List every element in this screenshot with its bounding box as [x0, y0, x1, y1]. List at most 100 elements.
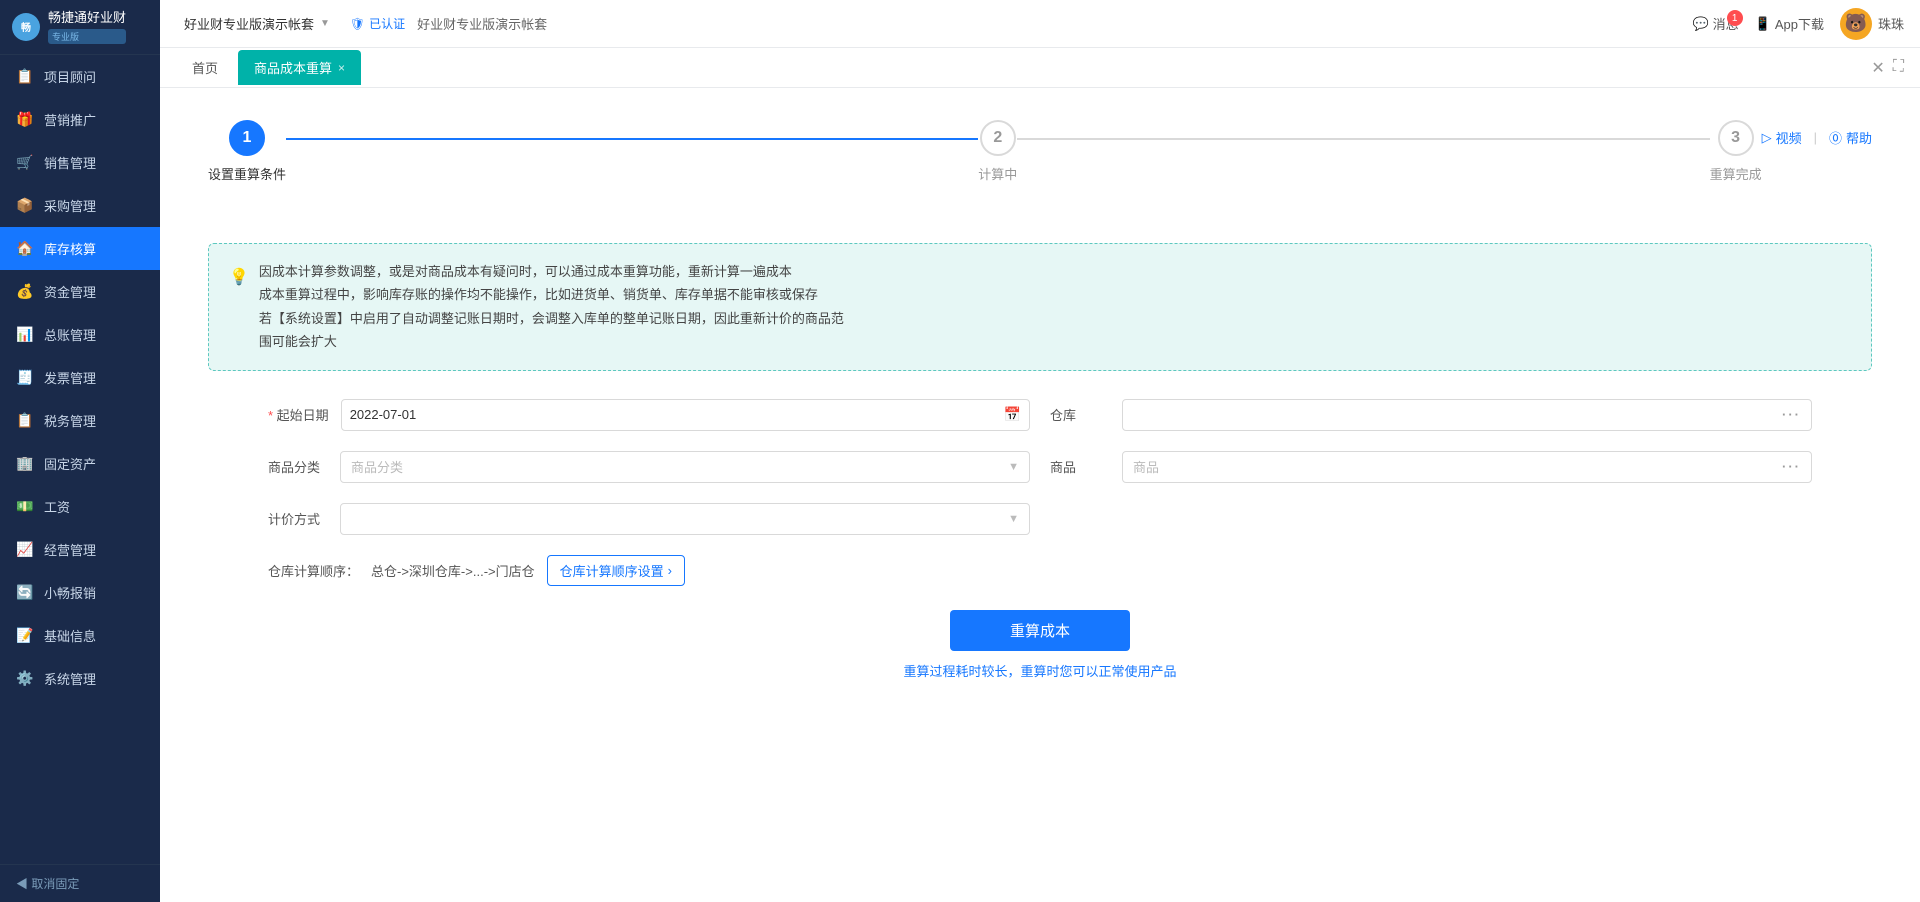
sidebar-item-marketing[interactable]: 🎁 营销推广	[0, 98, 160, 141]
expense-icon: 🔄	[16, 583, 34, 601]
tab-active-label: 商品成本重算	[254, 58, 332, 77]
sidebar-item-tax[interactable]: 📋 税务管理	[0, 399, 160, 442]
finance-icon: 💰	[16, 282, 34, 300]
start-date-label: 起始日期	[268, 405, 329, 424]
user-profile[interactable]: 🐻 珠珠	[1840, 8, 1904, 40]
category-chevron-icon: ▼	[1008, 461, 1019, 473]
tax-icon: 📋	[16, 411, 34, 429]
expand-tab-control[interactable]: ⛶	[1893, 58, 1904, 78]
sidebar-item-label: 固定资产	[44, 454, 96, 473]
sidebar-item-operations[interactable]: 📈 经营管理	[0, 528, 160, 571]
start-date-input[interactable]	[350, 407, 1004, 422]
tabs-controls: ✕ ⛶	[1871, 58, 1904, 78]
warehouse-order-row: 仓库计算顺序： 总仓->深圳仓库->...->门店仓 仓库计算顺序设置 ›	[268, 555, 1812, 586]
warehouse-btn-chevron-icon: ›	[668, 563, 672, 578]
operations-icon: 📈	[16, 540, 34, 558]
app-logo: 畅	[12, 13, 40, 41]
sidebar-item-system[interactable]: ⚙️ 系统管理	[0, 657, 160, 700]
calendar-icon[interactable]: 📅	[1004, 406, 1021, 423]
step-1-circle: 1	[229, 120, 265, 156]
form-group-start-date: 起始日期 📅	[268, 399, 1030, 431]
info-icon: 💡	[229, 262, 249, 354]
tab-home[interactable]: 首页	[176, 50, 234, 85]
warehouse-order-value: 总仓->深圳仓库->...->门店仓	[371, 561, 535, 580]
step-line-2	[1017, 138, 1709, 140]
tab-cost-recalc[interactable]: 商品成本重算 ×	[238, 50, 361, 85]
tabs-bar: 首页 商品成本重算 × ✕ ⛶	[160, 48, 1920, 88]
sales-icon: 🛒	[16, 153, 34, 171]
app-title: 畅捷通好业财	[48, 10, 126, 27]
sidebar-item-label: 工资	[44, 497, 70, 516]
user-name: 珠珠	[1878, 14, 1904, 33]
sidebar-item-payroll[interactable]: 💵 工资	[0, 485, 160, 528]
form-group-goods: 商品 商品 ···	[1050, 451, 1812, 483]
sidebar-item-expense[interactable]: 🔄 小畅报销	[0, 571, 160, 614]
recalc-button[interactable]: 重算成本	[950, 610, 1130, 651]
close-tab-control[interactable]: ✕	[1871, 58, 1884, 78]
tab-close-button[interactable]: ×	[338, 61, 345, 75]
info-content: 因成本计算参数调整，或是对商品成本有疑问时，可以通过成本重算功能，重新计算一遍成…	[259, 260, 844, 354]
goods-select[interactable]: 商品 ···	[1122, 451, 1812, 483]
sidebar-item-finance[interactable]: 💰 资金管理	[0, 270, 160, 313]
account-selector[interactable]: 好业财专业版演示帐套 ▼	[176, 10, 338, 37]
warehouse-label: 仓库	[1050, 405, 1110, 424]
help-link[interactable]: ⓪ 帮助	[1829, 128, 1872, 147]
sidebar-unpin-button[interactable]: ◀ 取消固定	[0, 864, 160, 902]
account-name: 好业财专业版演示帐套	[417, 14, 547, 33]
message-button[interactable]: 💬 消息 1	[1692, 14, 1738, 33]
sidebar-item-project[interactable]: 📋 项目顾问	[0, 55, 160, 98]
goods-label: 商品	[1050, 457, 1110, 476]
sidebar-item-label: 经营管理	[44, 540, 96, 559]
sidebar-item-accounting[interactable]: 📊 总账管理	[0, 313, 160, 356]
sidebar-item-sales[interactable]: 🛒 销售管理	[0, 141, 160, 184]
info-box: 💡 因成本计算参数调整，或是对商品成本有疑问时，可以通过成本重算功能，重新计算一…	[208, 243, 1872, 371]
sidebar-item-invoice[interactable]: 🧾 发票管理	[0, 356, 160, 399]
step-line-1	[286, 138, 978, 140]
recalc-note: 重算过程耗时较长，重算时您可以正常使用产品	[903, 661, 1176, 680]
step-2-circle: 2	[980, 120, 1016, 156]
system-icon: ⚙️	[16, 669, 34, 687]
content-area: 1 设置重算条件 2 计算中 3 重算完成	[160, 88, 1920, 902]
warehouse-order-settings-button[interactable]: 仓库计算顺序设置 ›	[547, 555, 685, 586]
verified-badge: 🛡 已认证	[350, 15, 405, 32]
sidebar-item-label: 总账管理	[44, 325, 96, 344]
sidebar-header: 畅 畅捷通好业财 专业版	[0, 0, 160, 55]
category-select[interactable]: 商品分类 ▼	[340, 451, 1030, 483]
account-selector-chevron: ▼	[320, 18, 330, 29]
payroll-icon: 💵	[16, 497, 34, 515]
step-1-label: 设置重算条件	[208, 164, 286, 183]
sidebar-item-label: 资金管理	[44, 282, 96, 301]
stepper: 1 设置重算条件 2 计算中 3 重算完成	[208, 120, 1762, 183]
shield-icon: 🛡	[350, 17, 365, 31]
invoice-icon: 🧾	[16, 368, 34, 386]
app-subtitle: 专业版	[48, 29, 126, 44]
warehouse-order-label: 仓库计算顺序：	[268, 561, 359, 580]
basic-icon: 📝	[16, 626, 34, 644]
form-group-pricing: 计价方式 ▼	[268, 503, 1030, 535]
sidebar-item-label: 税务管理	[44, 411, 96, 430]
mobile-icon: 📱	[1755, 16, 1771, 32]
sidebar-item-basic[interactable]: 📝 基础信息	[0, 614, 160, 657]
category-placeholder: 商品分类	[351, 457, 403, 476]
app-download-button[interactable]: 📱 App下载	[1755, 14, 1824, 33]
topbar-right: 💬 消息 1 📱 App下载 🐻 珠珠	[1692, 8, 1904, 40]
assets-icon: 🏢	[16, 454, 34, 472]
sidebar-item-inventory[interactable]: 🏠 库存核算	[0, 227, 160, 270]
goods-ellipsis-icon[interactable]: ···	[1782, 459, 1801, 474]
verified-text: 已认证	[369, 15, 405, 32]
start-date-input-wrapper[interactable]: 📅	[341, 399, 1030, 431]
sidebar-item-label: 基础信息	[44, 626, 96, 645]
video-link[interactable]: ▷ 视频	[1762, 128, 1802, 147]
sidebar-item-assets[interactable]: 🏢 固定资产	[0, 442, 160, 485]
purchase-icon: 📦	[16, 196, 34, 214]
recalc-section: 重算成本 重算过程耗时较长，重算时您可以正常使用产品	[208, 610, 1872, 680]
step-3: 3 重算完成	[1710, 120, 1762, 183]
warehouse-select[interactable]: ···	[1122, 399, 1812, 431]
step-3-label: 重算完成	[1710, 164, 1762, 183]
step-2-label: 计算中	[978, 164, 1017, 183]
warehouse-ellipsis-icon[interactable]: ···	[1782, 407, 1801, 422]
form-group-category: 商品分类 商品分类 ▼	[268, 451, 1030, 483]
sidebar-item-label: 库存核算	[44, 239, 96, 258]
pricing-select[interactable]: ▼	[340, 503, 1030, 535]
sidebar-item-purchase[interactable]: 📦 采购管理	[0, 184, 160, 227]
